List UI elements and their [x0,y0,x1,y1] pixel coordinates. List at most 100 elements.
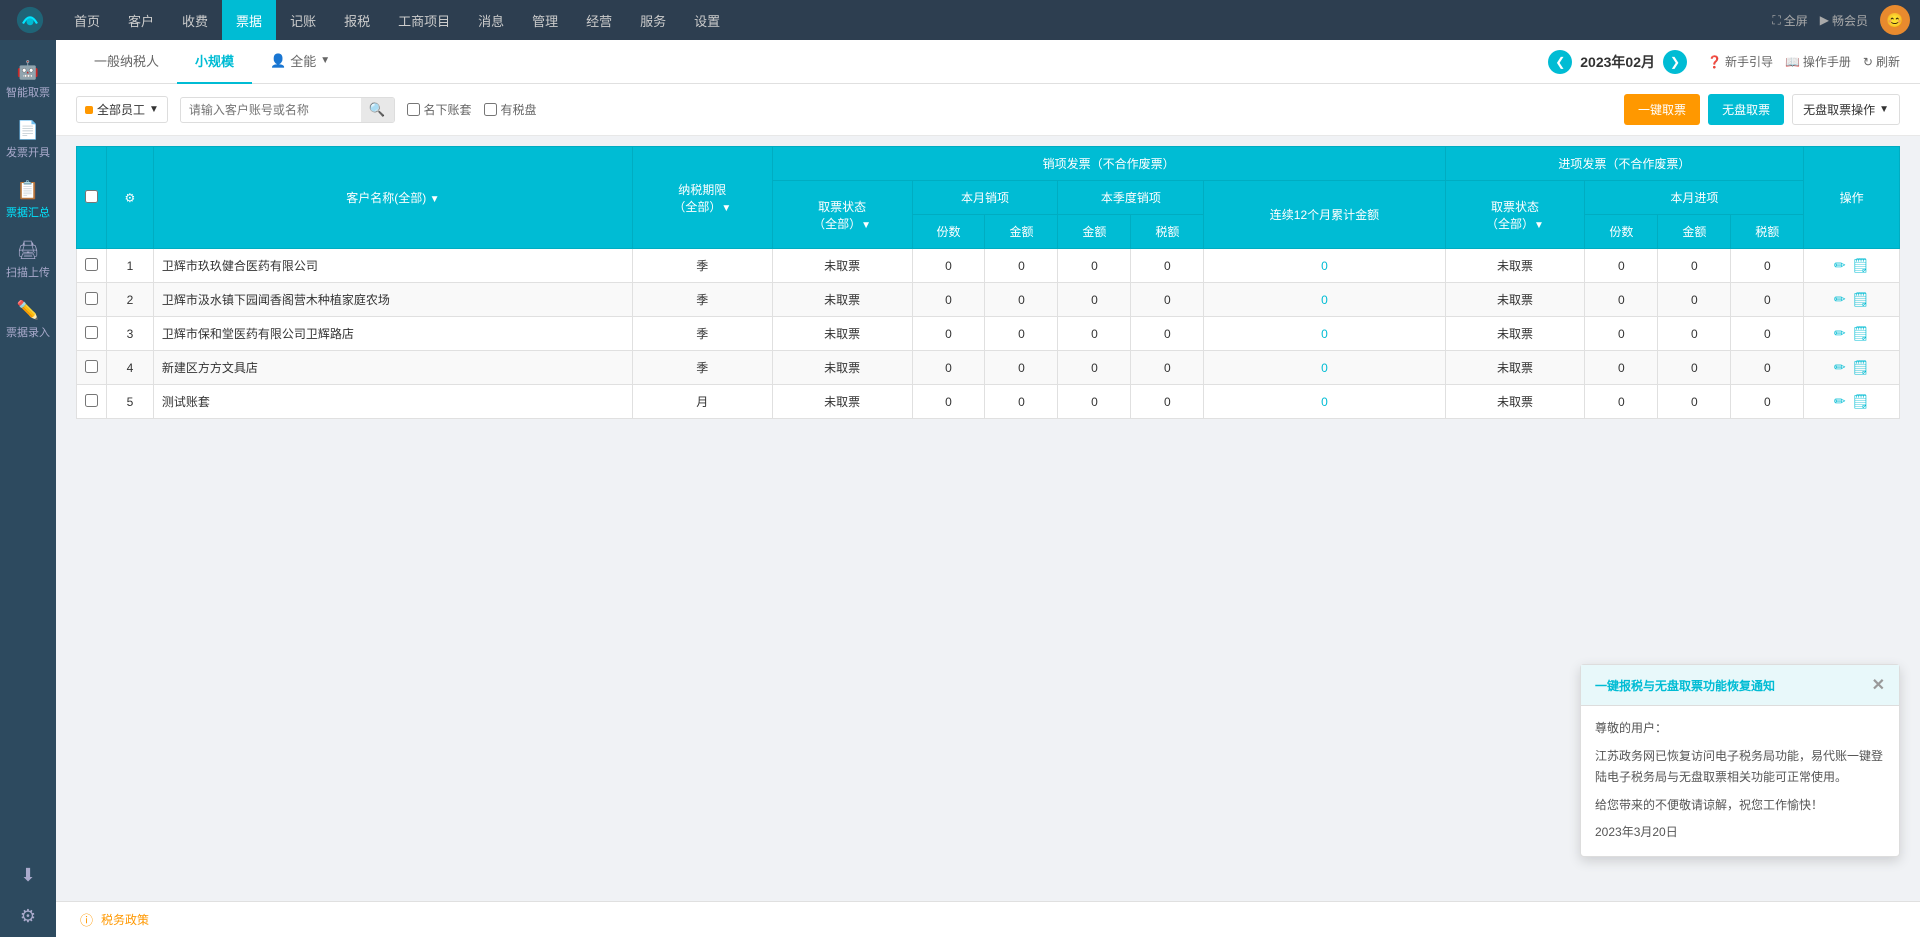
nav-message[interactable]: 消息 [464,0,518,40]
filter-right-buttons: 一键取票 无盘取票 无盘取票操作 ▼ [1624,94,1900,125]
app-logo[interactable] [10,6,50,34]
sidebar: 🤖 智能取票 📄 发票开具 📋 票据汇总 🖨 扫描上传 ✏️ 票据录入 ⬇ ⚙ [0,40,56,937]
row-detail-icon-0[interactable]: 🗒 [1852,257,1870,274]
row-sale-month-qty-2: 0 [912,317,985,351]
nav-tax[interactable]: 报税 [330,0,384,40]
nav-settings[interactable]: 设置 [680,0,734,40]
filter-bar: 全部员工 ▼ 🔍 名下账套 有税盘 一键取票 无盘取票 无盘取票操作 ▼ [56,84,1920,136]
row-12month-amt-3[interactable]: 0 [1204,351,1445,385]
nav-bookkeeping[interactable]: 记账 [276,0,330,40]
user-avatar[interactable]: 😊 [1880,5,1910,35]
row-edit-icon-4[interactable]: ✏ [1834,393,1846,410]
nav-manage[interactable]: 管理 [518,0,572,40]
top-navigation: 首页 客户 收费 票据 记账 报税 工商项目 消息 管理 经营 服务 设置 ⛶ … [0,0,1920,40]
nav-fee[interactable]: 收费 [168,0,222,40]
row-sale-season-amt-0: 0 [1058,249,1131,283]
row-detail-icon-3[interactable]: 🗒 [1852,359,1870,376]
fullscreen-icon: ⛶ [1772,13,1780,28]
row-sale-status-4: 未取票 [772,385,912,419]
refresh-button[interactable]: ↻ 刷新 [1863,53,1900,70]
row-purchase-month-amt-3: 0 [1658,351,1731,385]
row-detail-icon-1[interactable]: 🗒 [1852,291,1870,308]
invoice-entry-icon: ✏️ [17,300,39,321]
tab-general-taxpayer[interactable]: 一般纳税人 [76,40,177,84]
nav-operate[interactable]: 经营 [572,0,626,40]
row-sale-season-tax-3: 0 [1131,351,1204,385]
row-detail-icon-4[interactable]: 🗒 [1852,393,1870,410]
one-click-ticket-button[interactable]: 一键取票 [1624,94,1700,125]
vip-button[interactable]: ▶ 畅会员 [1820,12,1868,29]
select-all-checkbox[interactable] [85,190,98,203]
tab-all-capable[interactable]: 👤 全能 ▼ [252,40,348,84]
row-edit-icon-1[interactable]: ✏ [1834,291,1846,308]
row-edit-icon-3[interactable]: ✏ [1834,359,1846,376]
manual-button[interactable]: 📖 操作手册 [1785,53,1851,70]
sidebar-item-download[interactable]: ⬇ [0,855,56,896]
sidebar-item-invoice-issue[interactable]: 📄 发票开具 [0,110,56,170]
nav-home[interactable]: 首页 [60,0,114,40]
row-sale-status-1: 未取票 [772,283,912,317]
sidebar-bottom: ⬇ ⚙ [0,855,56,937]
row-sale-status-2: 未取票 [772,317,912,351]
nav-client[interactable]: 客户 [114,0,168,40]
notification-close-button[interactable]: ✕ [1872,675,1885,695]
period-next-button[interactable]: ❯ [1663,50,1687,74]
invoice-summary-icon: 📋 [17,180,39,201]
has-disk-check-input[interactable] [484,103,497,116]
notification-line-3: 2023年3月20日 [1595,822,1885,844]
row-detail-icon-2[interactable]: 🗒 [1852,325,1870,342]
employee-filter-dot [85,106,93,114]
diskless-ticket-button[interactable]: 无盘取票 [1708,94,1784,125]
row-12month-amt-1[interactable]: 0 [1204,283,1445,317]
row-sale-month-qty-4: 0 [912,385,985,419]
employee-filter-chevron: ▼ [149,104,159,115]
row-edit-icon-0[interactable]: ✏ [1834,257,1846,274]
nav-invoice[interactable]: 票据 [222,0,276,40]
row-purchase-month-tax-4: 0 [1731,385,1804,419]
row-checkbox-3[interactable] [85,360,98,373]
sidebar-item-scan-upload[interactable]: 🖨 扫描上传 [0,230,56,290]
row-purchase-month-qty-0: 0 [1585,249,1658,283]
row-checkbox-4[interactable] [85,394,98,407]
fullscreen-button[interactable]: ⛶ 全屏 [1772,12,1807,29]
nav-menu: 首页 客户 收费 票据 记账 报税 工商项目 消息 管理 经营 服务 设置 [60,0,1772,40]
row-12month-amt-2[interactable]: 0 [1204,317,1445,351]
new-guide-button[interactable]: ❓ 新手引导 [1707,53,1773,70]
row-12month-amt-0[interactable]: 0 [1204,249,1445,283]
employee-filter[interactable]: 全部员工 ▼ [76,96,168,123]
row-sale-month-amt-2: 0 [985,317,1058,351]
smart-ticket-icon: 🤖 [17,60,39,81]
period-prev-button[interactable]: ❮ [1548,50,1572,74]
has-disk-checkbox[interactable]: 有税盘 [484,101,537,118]
row-purchase-month-amt-0: 0 [1658,249,1731,283]
sidebar-item-invoice-entry[interactable]: ✏️ 票据录入 [0,290,56,350]
row-sale-season-amt-3: 0 [1058,351,1131,385]
row-purchase-month-qty-1: 0 [1585,283,1658,317]
footer-bar[interactable]: ⓘ 税务政策 [56,901,1920,937]
row-edit-icon-2[interactable]: ✏ [1834,325,1846,342]
row-checkbox-2[interactable] [85,326,98,339]
row-checkbox-cell [77,351,107,385]
sidebar-item-invoice-summary[interactable]: 📋 票据汇总 [0,170,56,230]
row-checkbox-cell [77,317,107,351]
nav-service[interactable]: 服务 [626,0,680,40]
tab-small-scale[interactable]: 小规模 [177,40,252,84]
row-no-3: 4 [107,351,154,385]
sidebar-item-smart-ticket[interactable]: 🤖 智能取票 [0,50,56,110]
row-checkbox-0[interactable] [85,258,98,271]
diskless-ticket-operation-button[interactable]: 无盘取票操作 ▼ [1792,94,1900,125]
col-sale-month-amt-header: 金额 [985,215,1058,249]
search-input[interactable] [181,99,361,121]
all-capable-icon: 👤 [270,53,286,69]
row-checkbox-cell [77,283,107,317]
tab-right-actions: ❓ 新手引导 📖 操作手册 ↻ 刷新 [1707,53,1900,70]
invoice-table-container: ⚙ 客户名称(全部) ▼ 纳税期限（全部）▼ 销项发票（不合作废票） 进项发票（… [56,146,1920,439]
row-12month-amt-4[interactable]: 0 [1204,385,1445,419]
sidebar-item-settings[interactable]: ⚙ [0,896,56,937]
row-checkbox-1[interactable] [85,292,98,305]
name-account-checkbox[interactable]: 名下账套 [407,101,472,118]
row-sale-season-tax-4: 0 [1131,385,1204,419]
search-button[interactable]: 🔍 [361,98,394,122]
name-account-check-input[interactable] [407,103,420,116]
nav-business[interactable]: 工商项目 [384,0,464,40]
